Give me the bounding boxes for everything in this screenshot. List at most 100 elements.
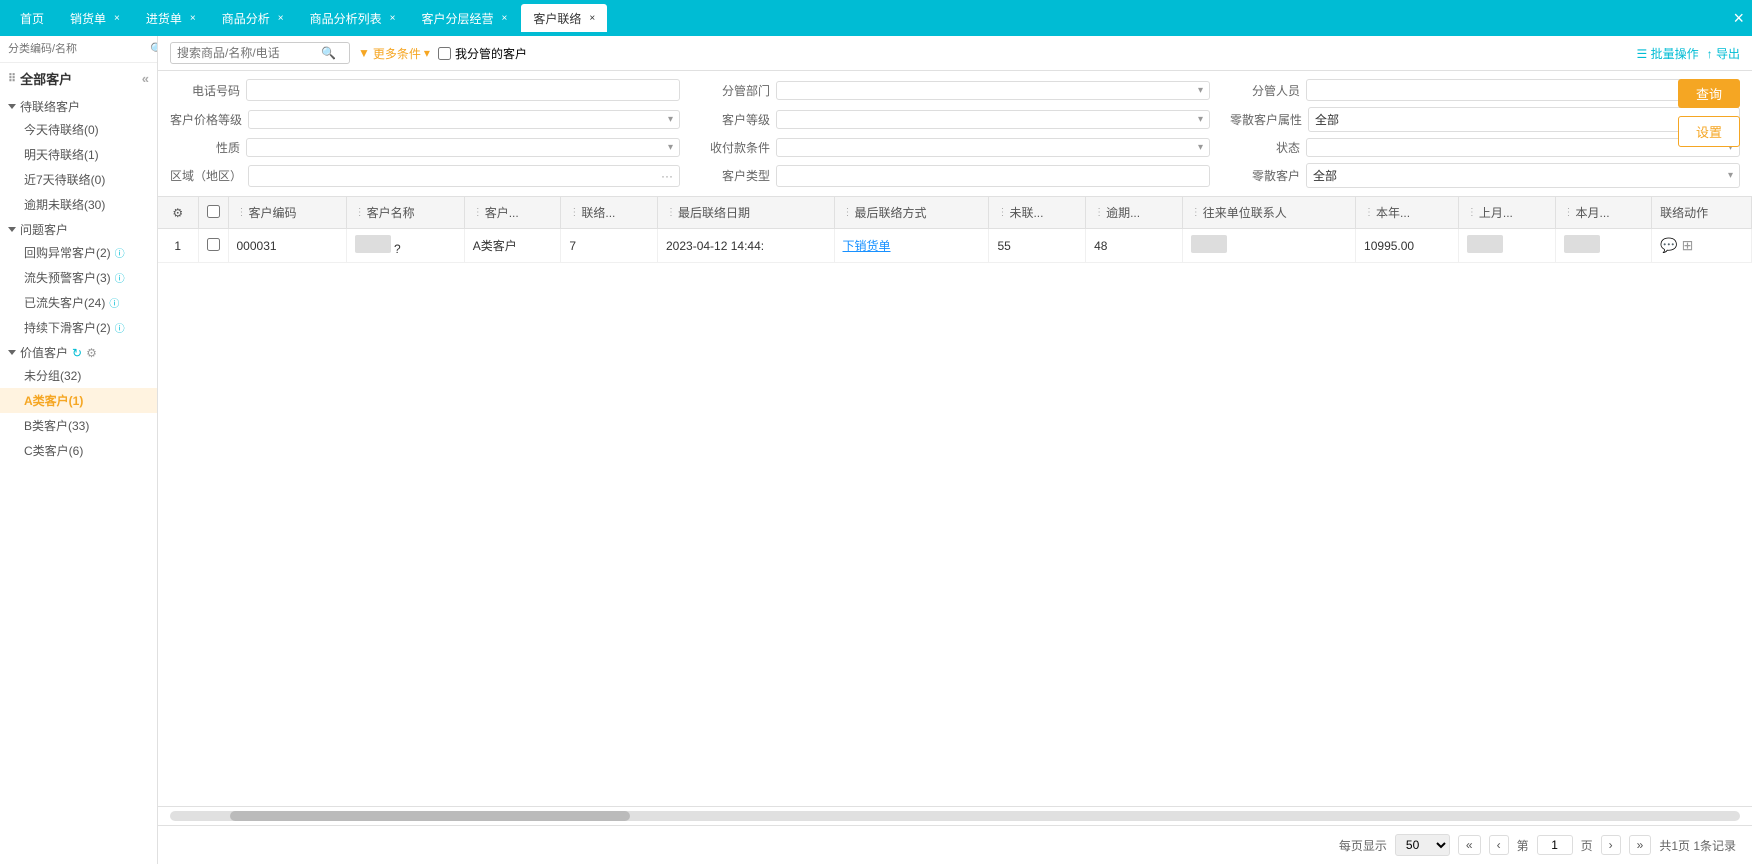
sidebar-item-class-a[interactable]: A类客户(1) xyxy=(0,388,157,413)
filter-nature-select[interactable]: ▾ xyxy=(246,138,680,157)
horizontal-scrollbar-track[interactable] xyxy=(170,811,1740,821)
sidebar-item-abnormal-repurchase[interactable]: 回购异常客户(2) ⓘ xyxy=(0,240,157,265)
col-this-month[interactable]: ⋮ 本月... xyxy=(1555,197,1652,229)
pagination-bar: 每页显示 50 20 100 « ‹ 第 页 › » 共1页 1条记录 xyxy=(158,825,1752,864)
col-last-month[interactable]: ⋮ 上月... xyxy=(1458,197,1555,229)
filter-region-dots[interactable]: ··· xyxy=(661,169,673,183)
export-button[interactable]: ↑ 导出 xyxy=(1707,45,1740,62)
filter-more-conditions[interactable]: ▼ 更多条件 ▾ xyxy=(358,45,430,62)
pending-contact-header[interactable]: 待联络客户 xyxy=(0,94,157,117)
nav-tab-home[interactable]: 首页 xyxy=(8,4,56,32)
nav-tab-goods-analysis-list[interactable]: 商品分析列表 × xyxy=(298,4,408,32)
col-gear[interactable]: ⚙ xyxy=(158,197,198,229)
chat-icon-1[interactable]: 💬 xyxy=(1660,237,1677,254)
sidebar-item-class-b[interactable]: B类客户(33) xyxy=(0,413,157,438)
filter-search-input[interactable] xyxy=(177,46,317,60)
filter-bar: 🔍 ▼ 更多条件 ▾ 我分管的客户 ☰ 批量操作 xyxy=(158,36,1752,71)
nav-tab-goods-analysis[interactable]: 商品分析 × xyxy=(210,4,296,32)
problem-customer-header[interactable]: 问题客户 xyxy=(0,217,157,240)
sidebar-item-declining[interactable]: 持续下滑客户(2) ⓘ xyxy=(0,315,157,340)
nav-tab-purchase[interactable]: 进货单 × xyxy=(134,4,208,32)
nav-tab-customer-contact-close[interactable]: × xyxy=(589,13,595,24)
settings-sm-icon[interactable]: ⚙ xyxy=(86,346,97,360)
row-index-value-1: 1 xyxy=(174,239,181,253)
filter-price-level-select[interactable]: ▾ xyxy=(248,110,680,129)
filter-dept-select[interactable]: ▾ xyxy=(776,81,1210,100)
first-page-button[interactable]: « xyxy=(1458,835,1481,855)
nav-tab-sales-label: 销货单 xyxy=(70,10,106,27)
filter-region-input[interactable]: ··· xyxy=(248,165,680,187)
col-last-contact-date[interactable]: ⋮ 最后联络日期 xyxy=(658,197,835,229)
sidebar-collapse-icon[interactable]: « xyxy=(142,71,149,86)
all-customers-header[interactable]: ⠿ 全部客户 « xyxy=(0,63,157,94)
gear-icon[interactable]: ⚙ xyxy=(172,206,183,220)
horizontal-scrollbar-thumb[interactable] xyxy=(230,811,630,821)
col-last-contact-method[interactable]: ⋮ 最后联络方式 xyxy=(834,197,989,229)
col-not-contacted[interactable]: ⋮ 未联... xyxy=(989,197,1086,229)
nav-tab-customer-contact[interactable]: 客户联络 × xyxy=(521,4,607,32)
prev-page-button[interactable]: ‹ xyxy=(1489,835,1509,855)
sidebar-item-today-pending[interactable]: 今天待联络(0) xyxy=(0,117,157,142)
filter-manager-input[interactable]: ··· xyxy=(1306,79,1740,101)
my-customers-checkbox[interactable] xyxy=(438,47,451,60)
row-last-contact-method-1[interactable]: 下销货单 xyxy=(834,229,989,263)
info-icon-0: ⓘ xyxy=(115,245,125,260)
sidebar-item-churned[interactable]: 已流失客户(24) ⓘ xyxy=(0,290,157,315)
row-checkbox-1[interactable] xyxy=(198,229,228,263)
filter-payment-select[interactable]: ▾ xyxy=(776,138,1210,157)
page-number-input[interactable] xyxy=(1537,835,1573,855)
col-this-year[interactable]: ⋮ 本年... xyxy=(1356,197,1459,229)
per-page-select[interactable]: 50 20 100 xyxy=(1395,834,1450,856)
sidebar-item-tomorrow-pending[interactable]: 明天待联络(1) xyxy=(0,142,157,167)
sidebar-item-class-c[interactable]: C类客户(6) xyxy=(0,438,157,463)
last-page-button[interactable]: » xyxy=(1629,835,1652,855)
col-contact-action-label: 联络动作 xyxy=(1660,206,1708,220)
batch-ops-label: 批量操作 xyxy=(1651,47,1699,61)
sidebar-item-unsorted[interactable]: 未分组(32) xyxy=(0,363,157,388)
nav-tab-goods-analysis-list-close[interactable]: × xyxy=(390,13,396,24)
last-contact-method-link-1[interactable]: 下销货单 xyxy=(843,239,891,253)
filter-status-select[interactable]: ▾ xyxy=(1306,138,1740,157)
nav-tab-customer-segment-close[interactable]: × xyxy=(501,13,507,24)
nav-tab-purchase-close[interactable]: × xyxy=(190,13,196,24)
batch-ops-button[interactable]: ☰ 批量操作 xyxy=(1637,45,1699,62)
filter-retail-customer-select[interactable]: 全部▾ xyxy=(1306,163,1740,188)
filter-search-icon[interactable]: 🔍 xyxy=(321,46,336,60)
value-customer-header[interactable]: 价值客户 ↻ ⚙ xyxy=(0,340,157,363)
grid-icon-1[interactable]: ⊞ xyxy=(1682,237,1694,254)
nav-tab-customer-segment-label: 客户分层经营 xyxy=(421,10,493,27)
query-button[interactable]: 查询 xyxy=(1678,79,1740,108)
nav-tab-customer-segment[interactable]: 客户分层经营 × xyxy=(409,4,519,32)
col-last-contact-date-label: 最后联络日期 xyxy=(678,204,750,221)
refresh-icon[interactable]: ↻ xyxy=(72,346,82,360)
select-all-checkbox[interactable] xyxy=(207,205,220,218)
close-all-button[interactable]: × xyxy=(1733,8,1744,29)
class-a-label: A类客户(1) xyxy=(24,392,83,409)
col-customer-name[interactable]: ⋮ 客户名称 xyxy=(346,197,464,229)
nav-tab-sales-close[interactable]: × xyxy=(114,13,120,24)
sidebar-item-overdue-pending[interactable]: 逾期未联络(30) xyxy=(0,192,157,217)
col-this-month-label: 本月... xyxy=(1576,204,1610,221)
col-checkbox-header[interactable] xyxy=(198,197,228,229)
sidebar-item-7days-pending[interactable]: 近7天待联络(0) xyxy=(0,167,157,192)
sidebar-search-input[interactable] xyxy=(8,43,150,55)
row-select-checkbox-1[interactable] xyxy=(207,238,220,251)
col-customer-type-label: 客户... xyxy=(485,204,519,221)
col-customer-code[interactable]: ⋮ 客户编码 xyxy=(228,197,346,229)
col-customer-type[interactable]: ⋮ 客户... xyxy=(464,197,561,229)
filter-customer-type-input[interactable] xyxy=(776,165,1210,187)
sidebar-item-churn-warning[interactable]: 流失预警客户(3) ⓘ xyxy=(0,265,157,290)
filter-customer-level-select[interactable]: ▾ xyxy=(776,110,1210,129)
settings-button[interactable]: 设置 xyxy=(1678,116,1740,147)
filter-retail-attr-select[interactable]: 全部▾ xyxy=(1308,107,1740,132)
sidebar-search-icon[interactable]: 🔍 xyxy=(150,42,158,56)
nav-tab-sales[interactable]: 销货单 × xyxy=(58,4,132,32)
col-last-month-label: 上月... xyxy=(1479,204,1513,221)
my-customers-checkbox-area[interactable]: 我分管的客户 xyxy=(438,45,527,62)
col-company-contact[interactable]: ⋮ 往来单位联系人 xyxy=(1182,197,1355,229)
filter-phone-input[interactable] xyxy=(246,79,680,101)
col-overdue[interactable]: ⋮ 逾期... xyxy=(1086,197,1183,229)
col-contact-count[interactable]: ⋮ 联络... xyxy=(561,197,658,229)
next-page-button[interactable]: › xyxy=(1601,835,1621,855)
nav-tab-goods-analysis-close[interactable]: × xyxy=(278,13,284,24)
